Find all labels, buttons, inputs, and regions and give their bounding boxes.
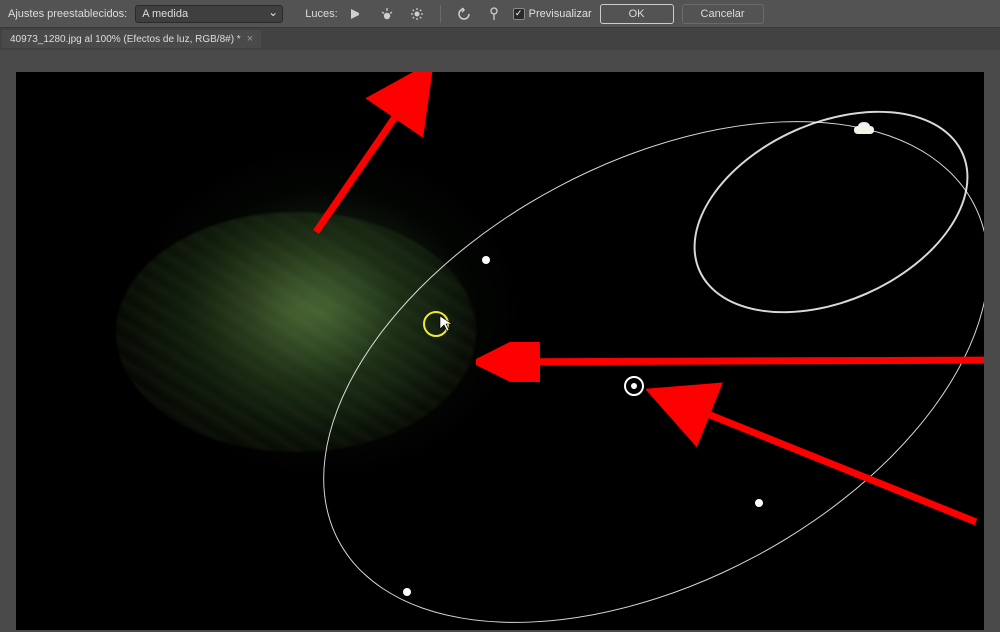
presets-label: Ajustes preestablecidos: <box>8 8 127 20</box>
annotation-arrow <box>476 342 984 382</box>
cursor-icon <box>439 315 457 333</box>
reset-icon[interactable] <box>453 4 475 24</box>
ellipse-handle[interactable] <box>482 256 490 264</box>
ellipse-handle[interactable] <box>755 499 763 507</box>
spotlight-icon[interactable] <box>346 4 368 24</box>
lights-label: Luces: <box>305 8 337 20</box>
ellipse-handle[interactable] <box>403 588 411 596</box>
pin-icon[interactable] <box>483 4 505 24</box>
light-center-target-icon[interactable] <box>624 376 644 396</box>
preview-label: Previsualizar <box>529 8 592 20</box>
tab-title: 40973_1280.jpg al 100% (Efectos de luz, … <box>10 34 241 45</box>
preview-checkbox[interactable]: ✓ Previsualizar <box>513 8 592 20</box>
document-tab[interactable]: 40973_1280.jpg al 100% (Efectos de luz, … <box>2 30 261 48</box>
document-tab-bar: 40973_1280.jpg al 100% (Efectos de luz, … <box>0 28 1000 50</box>
checkbox-icon: ✓ <box>513 8 525 20</box>
toolbar-divider <box>440 5 441 23</box>
canvas-area <box>0 50 1000 632</box>
cancel-button[interactable]: Cancelar <box>682 4 764 24</box>
annotation-arrow <box>646 382 984 532</box>
ok-button[interactable]: OK <box>600 4 674 24</box>
close-icon[interactable]: × <box>247 33 253 45</box>
point-light-icon[interactable] <box>376 4 398 24</box>
image-canvas[interactable] <box>16 72 984 630</box>
preset-value: A medida <box>142 8 188 20</box>
light-hotspot-ellipse[interactable] <box>662 72 984 353</box>
options-toolbar: Ajustes preestablecidos: A medida Luces:… <box>0 0 1000 28</box>
infinite-light-icon[interactable] <box>406 4 428 24</box>
presets-dropdown[interactable]: A medida <box>135 5 283 23</box>
cloud-icon <box>852 120 876 138</box>
lit-terrain <box>116 212 476 452</box>
